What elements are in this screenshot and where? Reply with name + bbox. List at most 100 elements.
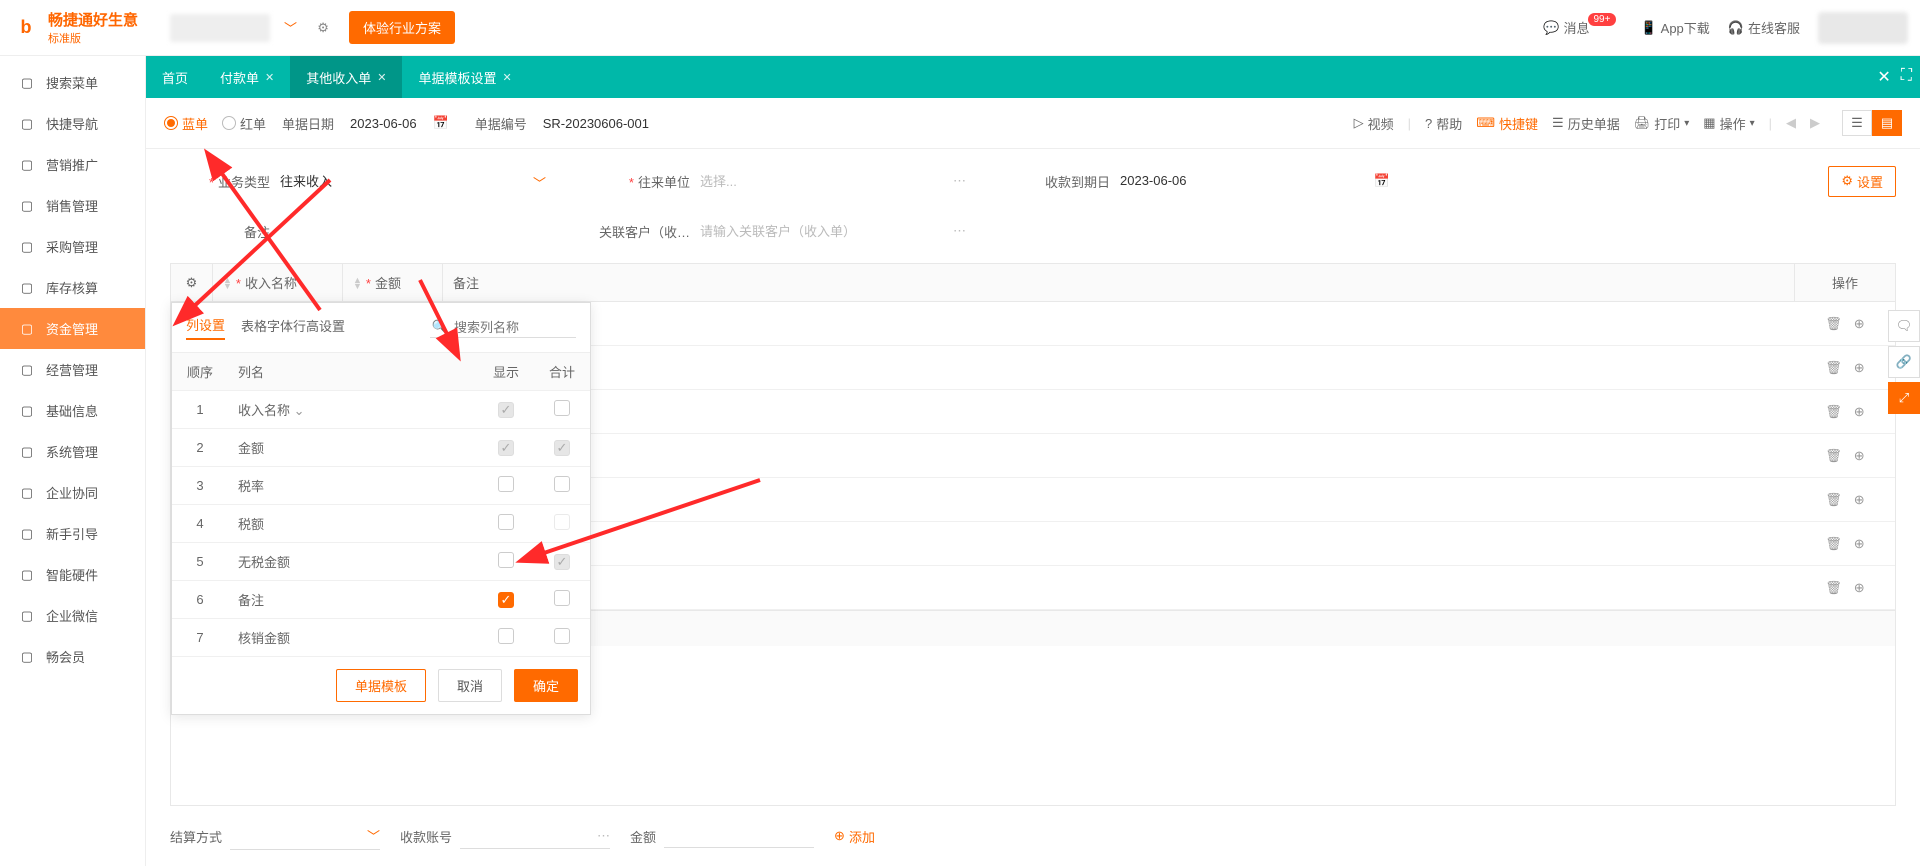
copy-icon[interactable]: ⊕ — [1854, 360, 1865, 376]
checkbox-icon[interactable] — [554, 476, 570, 492]
chevron-down-icon[interactable]: ﹀ — [284, 18, 297, 37]
add-settlement-button[interactable]: ⊕ 添加 — [834, 827, 875, 846]
shortcut-button[interactable]: ⌨快捷键 — [1476, 114, 1538, 133]
close-icon[interactable]: ✕ — [377, 71, 386, 84]
sidebar-item-chart[interactable]: ▢经营管理 — [0, 349, 145, 390]
float-expand-icon[interactable]: ⤢ — [1888, 382, 1920, 414]
copy-icon[interactable]: ⊕ — [1854, 580, 1865, 596]
delete-icon[interactable]: 🗑 — [1825, 448, 1842, 464]
view-list-button[interactable]: ☰ — [1842, 110, 1872, 136]
sidebar-item-cart[interactable]: ▢采购管理 — [0, 226, 145, 267]
copy-icon[interactable]: ⊕ — [1854, 536, 1865, 552]
delete-icon[interactable]: 🗑 — [1825, 580, 1842, 596]
sidebar-item-vip[interactable]: ▢畅会员 — [0, 636, 145, 677]
radio-red[interactable]: 红单 — [222, 114, 266, 133]
due-date-input[interactable]: 2023-06-06 — [1120, 167, 1364, 195]
th-amount[interactable]: ▲▼金额 — [343, 264, 443, 301]
partner-input[interactable]: 选择... ⋯ — [700, 165, 970, 197]
checkbox-icon[interactable]: ✓ — [498, 440, 514, 456]
help-button[interactable]: ?帮助 — [1425, 114, 1462, 133]
copy-icon[interactable]: ⊕ — [1854, 448, 1865, 464]
gear-icon[interactable]: ⚙ — [311, 16, 335, 40]
view-detail-button[interactable]: ▤ — [1872, 110, 1902, 136]
print-button[interactable]: 🖨打印▾ — [1634, 114, 1690, 133]
app-download-button[interactable]: 📱 App下载 — [1640, 18, 1709, 37]
sidebar-item-gift[interactable]: ▢营销推广 — [0, 144, 145, 185]
th-income-name[interactable]: ▲▼收入名称 — [213, 264, 343, 301]
settle-method-input[interactable]: ﹀ — [230, 822, 380, 850]
sidebar-item-org[interactable]: ▢企业协同 — [0, 472, 145, 513]
calendar-icon[interactable]: 📅 — [433, 115, 449, 131]
doc-date-value[interactable]: 2023-06-06 — [350, 116, 417, 131]
expand-icon[interactable]: ⛶ — [1901, 67, 1912, 87]
sidebar-item-box[interactable]: ▢库存核算 — [0, 267, 145, 308]
support-button[interactable]: 🎧 在线客服 — [1728, 18, 1800, 37]
link-customer-input[interactable]: 请输入关联客户（收入单） ⋯ — [700, 215, 970, 247]
copy-icon[interactable]: ⊕ — [1854, 316, 1865, 332]
template-button[interactable]: 单据模板 — [336, 669, 426, 702]
colset-search-input[interactable] — [454, 320, 574, 335]
settle-account-input[interactable]: ⋯ — [460, 824, 610, 849]
remark-input[interactable] — [280, 217, 550, 245]
checkbox-icon[interactable] — [554, 400, 570, 416]
tab[interactable]: 单据模板设置✕ — [402, 56, 527, 98]
current-user[interactable] — [170, 14, 270, 42]
delete-icon[interactable]: 🗑 — [1825, 360, 1842, 376]
float-link-icon[interactable]: 🔗 — [1888, 346, 1920, 378]
more-icon[interactable]: ⋯ — [953, 173, 966, 189]
copy-icon[interactable]: ⊕ — [1854, 404, 1865, 420]
setup-button[interactable]: ⚙设置 — [1828, 166, 1896, 197]
checkbox-icon[interactable]: ✓ — [498, 592, 514, 608]
video-button[interactable]: ▷视频 — [1354, 114, 1394, 133]
tab[interactable]: 付款单✕ — [204, 56, 290, 98]
prev-icon[interactable]: ◀ — [1786, 115, 1796, 131]
close-icon[interactable]: ✕ — [265, 71, 274, 84]
copy-icon[interactable]: ⊕ — [1854, 492, 1865, 508]
user-avatar[interactable] — [1818, 12, 1908, 44]
delete-icon[interactable]: 🗑 — [1825, 404, 1842, 420]
sidebar-item-search[interactable]: ▢搜索菜单 — [0, 62, 145, 103]
cancel-button[interactable]: 取消 — [438, 669, 502, 702]
more-icon[interactable]: ⋯ — [597, 828, 610, 844]
float-note-icon[interactable]: 🗨 — [1888, 310, 1920, 342]
sidebar-item-wechat[interactable]: ▢企业微信 — [0, 595, 145, 636]
colset-search[interactable]: 🔍 — [430, 317, 576, 338]
delete-icon[interactable]: 🗑 — [1825, 492, 1842, 508]
colset-tab-columns[interactable]: 列设置 — [186, 315, 225, 340]
trial-industry-button[interactable]: 体验行业方案 — [349, 11, 455, 44]
chevron-down-icon[interactable]: ﹀ — [367, 826, 380, 845]
tab[interactable]: 其他收入单✕ — [290, 56, 402, 98]
chevron-down-icon[interactable]: ⌄ — [294, 403, 305, 418]
sidebar-item-tag[interactable]: ▢销售管理 — [0, 185, 145, 226]
sidebar-item-book[interactable]: ▢新手引导 — [0, 513, 145, 554]
delete-icon[interactable]: 🗑 — [1825, 536, 1842, 552]
calendar-icon[interactable]: 📅 — [1374, 173, 1390, 189]
column-settings-button[interactable]: ⚙ — [171, 264, 213, 301]
sidebar-item-layers[interactable]: ▢基础信息 — [0, 390, 145, 431]
next-icon[interactable]: ▶ — [1810, 115, 1820, 131]
checkbox-icon[interactable]: ✓ — [554, 554, 570, 570]
sidebar-item-home[interactable]: ▢快捷导航 — [0, 103, 145, 144]
checkbox-icon[interactable]: ✓ — [554, 440, 570, 456]
history-button[interactable]: ☰历史单据 — [1552, 114, 1620, 133]
sidebar-item-wallet[interactable]: ▢资金管理 — [0, 308, 145, 349]
biz-type-input[interactable]: 往来收入 ﹀ — [280, 165, 550, 197]
sidebar-item-gear[interactable]: ▢系统管理 — [0, 431, 145, 472]
delete-icon[interactable]: 🗑 — [1825, 316, 1842, 332]
confirm-button[interactable]: 确定 — [514, 669, 578, 702]
messages-button[interactable]: 💬 消息 99+ — [1543, 18, 1622, 37]
chevron-down-icon[interactable]: ﹀ — [533, 173, 546, 192]
sidebar-item-device[interactable]: ▢智能硬件 — [0, 554, 145, 595]
colset-tab-font[interactable]: 表格字体行高设置 — [241, 316, 345, 339]
ops-button[interactable]: ▦操作▾ — [1703, 114, 1754, 133]
more-icon[interactable]: ⋯ — [953, 223, 966, 239]
checkbox-icon[interactable] — [498, 552, 514, 568]
tab[interactable]: 首页 — [146, 56, 204, 98]
checkbox-icon[interactable] — [554, 628, 570, 644]
settle-amount-input[interactable] — [664, 824, 814, 848]
close-icon[interactable]: ✕ — [503, 71, 512, 84]
checkbox-icon[interactable]: ✓ — [498, 402, 514, 418]
checkbox-icon[interactable] — [554, 590, 570, 606]
checkbox-icon[interactable] — [498, 514, 514, 530]
checkbox-icon[interactable] — [498, 628, 514, 644]
